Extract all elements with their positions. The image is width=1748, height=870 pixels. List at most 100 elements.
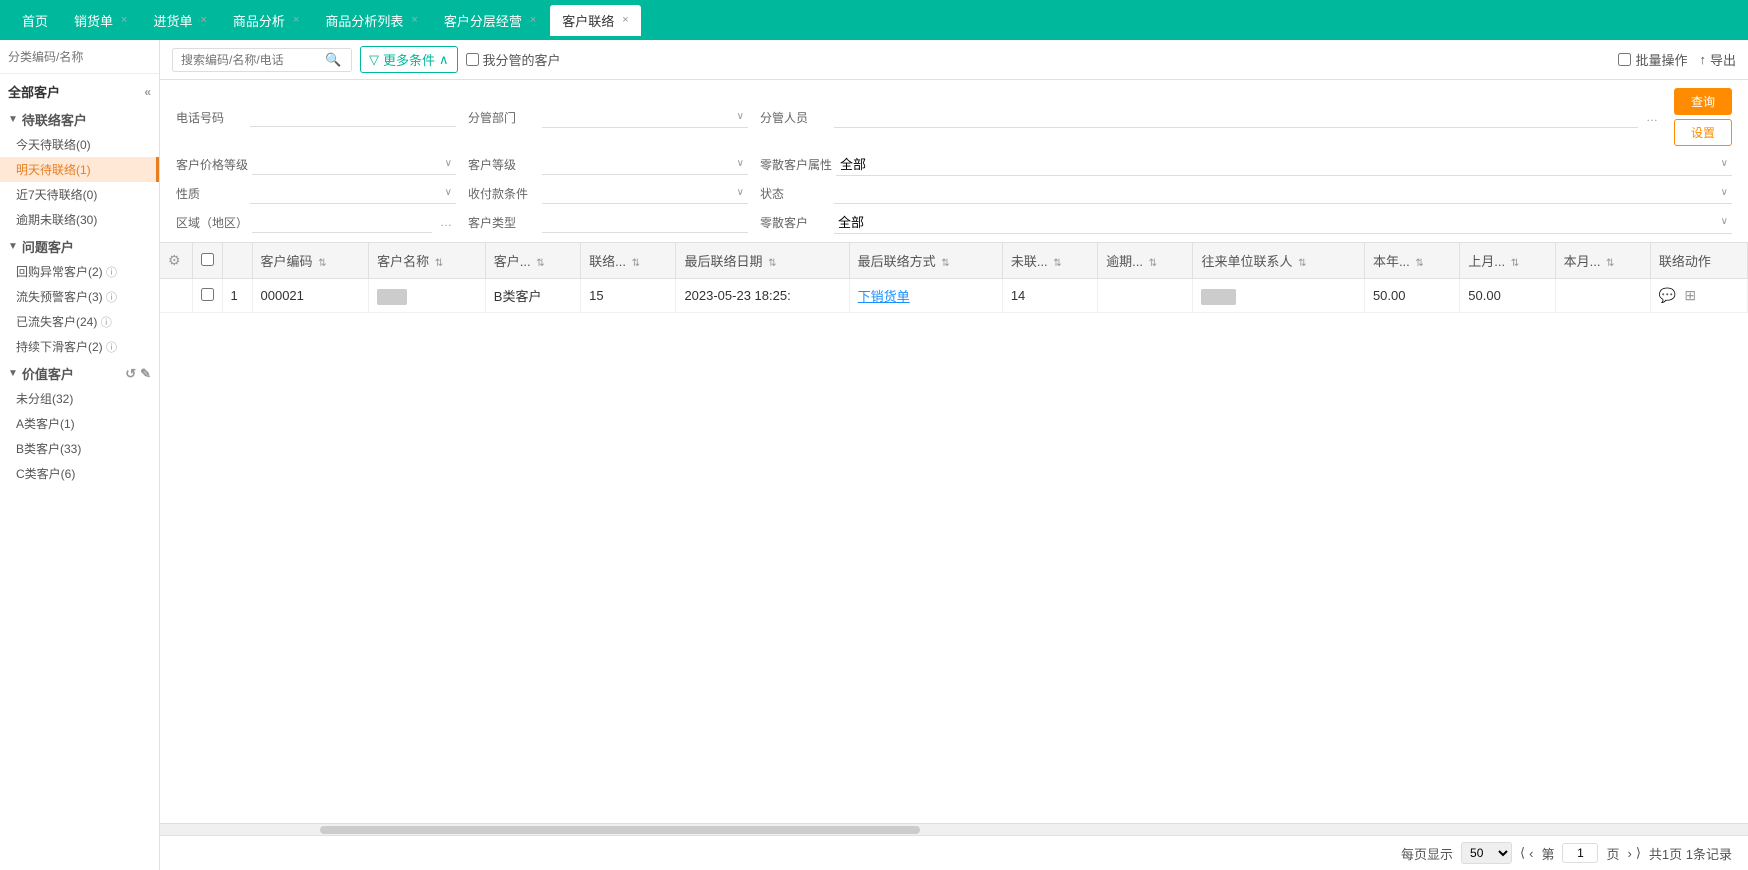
gear-icon[interactable]: ⚙ (168, 252, 181, 268)
cell-last-contact-date: 2023-05-23 18:25: (676, 279, 849, 313)
col-overdue: 逾期... ⇅ (1098, 243, 1193, 279)
search-icon[interactable]: 🔍 (325, 52, 341, 68)
sidebar-item-class-c[interactable]: C类客户(6) (0, 461, 159, 486)
chevron-down-icon: ∨ (445, 158, 452, 169)
pagination-bar: 每页显示 50 100 200 ⟨ ‹ 第 页 › ⟩ 共1页 1条记录 (160, 835, 1748, 870)
close-icon[interactable]: × (411, 14, 417, 26)
filter-actions: 查询 设置 (1674, 88, 1732, 146)
sidebar-item-churn-warning[interactable]: 流失预警客户(3) ⓘ (0, 284, 159, 309)
close-icon[interactable]: × (530, 14, 536, 26)
chat-icon[interactable]: 💬 (1659, 287, 1676, 304)
scrollbar-thumb[interactable] (320, 826, 920, 834)
sidebar-item-repurchase-abnormal[interactable]: 回购异常客户(2) ⓘ (0, 259, 159, 284)
close-icon[interactable]: × (622, 14, 628, 26)
toolbar: 🔍 ▽ 更多条件 ∧ 我分管的客户 批量操作 ↑ 导出 (160, 40, 1748, 80)
sidebar-item-ungrouped[interactable]: 未分组(32) (0, 386, 159, 411)
close-icon[interactable]: × (293, 14, 299, 26)
nav-product-analysis-list[interactable]: 商品分析列表 × (313, 5, 429, 36)
nav-product-analysis[interactable]: 商品分析 × (221, 5, 311, 36)
cell-last-month: 50.00 (1460, 279, 1555, 313)
refresh-icon[interactable]: ↺ (125, 366, 136, 382)
phone-input[interactable] (250, 108, 456, 127)
chevron-right-icon[interactable]: › (1628, 846, 1632, 861)
sidebar-search-input[interactable] (8, 50, 160, 64)
content-area: 🔍 ▽ 更多条件 ∧ 我分管的客户 批量操作 ↑ 导出 (160, 40, 1748, 870)
retail-attr-select[interactable]: 全部 ∨ (836, 152, 1732, 176)
nav-customer-contact[interactable]: 客户联络 × (550, 5, 640, 36)
close-icon[interactable]: × (200, 14, 206, 26)
customer-type-select[interactable] (542, 211, 748, 233)
col-code: 客户编码 ⇅ (252, 243, 369, 279)
group-problem-customers: ▼ 问题客户 (0, 232, 159, 259)
filter-row-2: 客户价格等级 ∨ 客户等级 ∨ 零散客户属性 全部 (176, 152, 1732, 176)
sidebar-item-tomorrow-pending[interactable]: 明天待联络(1) (0, 157, 159, 182)
page-input[interactable] (1562, 843, 1598, 863)
sidebar-item-today-pending[interactable]: 今天待联络(0) (0, 132, 159, 157)
filter-dept: 分管部门 ∨ (468, 106, 748, 128)
export-btn[interactable]: ↑ 导出 (1699, 50, 1736, 69)
sidebar-item-declining[interactable]: 持续下滑客户(2) ⓘ (0, 334, 159, 359)
sort-icon: ⇅ (1298, 258, 1306, 269)
nature-select[interactable]: ∨ (250, 182, 456, 204)
row-checkbox[interactable] (201, 288, 214, 301)
nav-purchase-order[interactable]: 进货单 × (141, 5, 218, 36)
edit-icon[interactable]: ✎ (140, 366, 151, 382)
nav-customer-segmentation[interactable]: 客户分层经营 × (432, 5, 548, 36)
my-customers-check[interactable] (466, 53, 479, 66)
my-customers-checkbox[interactable]: 我分管的客户 (466, 50, 561, 69)
price-level-select[interactable]: ∨ (252, 153, 456, 175)
last-contact-link[interactable]: 下销货单 (858, 289, 910, 304)
sidebar-item-7days-pending[interactable]: 近7天待联络(0) (0, 182, 159, 207)
select-all-checkbox[interactable] (201, 253, 214, 266)
cell-customer-type: B类客户 (485, 279, 580, 313)
retail-customer-select[interactable]: 全部 ∨ (834, 210, 1732, 234)
bulk-check-icon[interactable] (1618, 53, 1631, 66)
col-contact: 联络... ⇅ (581, 243, 676, 279)
sidebar-item-churned[interactable]: 已流失客户(24) ⓘ (0, 309, 159, 334)
dots-icon[interactable]: … (1642, 110, 1662, 124)
search-input[interactable] (181, 53, 321, 67)
sort-icon: ⇅ (1606, 258, 1614, 269)
col-gear: ⚙ (160, 243, 192, 279)
grid-icon[interactable]: ⊞ (1684, 287, 1696, 304)
cell-gear (160, 279, 192, 313)
col-this-month: 本月... ⇅ (1555, 243, 1650, 279)
collapse-icon[interactable]: « (144, 85, 151, 99)
cell-contact: 15 (581, 279, 676, 313)
filter-nature: 性质 ∨ (176, 182, 456, 204)
sort-icon: ⇅ (1053, 258, 1061, 269)
cell-unit-contact (1193, 279, 1364, 313)
region-select[interactable] (252, 211, 432, 233)
chevron-left-left-icon[interactable]: ⟨ (1520, 845, 1525, 861)
close-icon[interactable]: × (121, 14, 127, 26)
filter-more-btn[interactable]: ▽ 更多条件 ∧ (360, 46, 458, 73)
all-customers-header: 全部客户 « (0, 74, 159, 105)
sidebar-item-overdue[interactable]: 逾期未联络(30) (0, 207, 159, 232)
status-select[interactable]: ∨ (834, 182, 1732, 204)
chevron-right-right-icon[interactable]: ⟩ (1636, 845, 1641, 861)
payment-terms-select[interactable]: ∨ (542, 182, 748, 204)
chevron-left-icon[interactable]: ‹ (1529, 846, 1533, 861)
filter-phone: 电话号码 (176, 108, 456, 127)
sidebar-item-class-b[interactable]: B类客户(33) (0, 436, 159, 461)
chevron-down-icon: ∨ (1721, 158, 1728, 169)
dept-select[interactable]: ∨ (542, 106, 748, 128)
sort-icon: ⇅ (941, 258, 949, 269)
filter-row-1: 电话号码 分管部门 ∨ 分管人员 … (176, 88, 1732, 146)
customer-level-select[interactable]: ∨ (542, 153, 748, 175)
sort-icon: ⇅ (1415, 258, 1423, 269)
nav-sales-order[interactable]: 销货单 × (62, 5, 139, 36)
export-icon: ↑ (1699, 52, 1706, 67)
filter-row-4: 区域（地区） … 客户类型 零散客户 全部 ∨ (176, 210, 1732, 234)
settings-button[interactable]: 设置 (1674, 119, 1732, 146)
nav-home[interactable]: 首页 (10, 5, 60, 36)
bulk-ops-btn[interactable]: 批量操作 (1618, 50, 1687, 69)
dots-icon[interactable]: … (436, 215, 456, 229)
horizontal-scrollbar[interactable] (160, 823, 1748, 835)
query-button[interactable]: 查询 (1674, 88, 1732, 115)
page-size-select[interactable]: 50 100 200 (1461, 842, 1512, 864)
cell-this-month (1555, 279, 1650, 313)
sidebar-item-class-a[interactable]: A类客户(1) (0, 411, 159, 436)
col-checkbox (192, 243, 222, 279)
manager-select[interactable] (834, 106, 1638, 128)
